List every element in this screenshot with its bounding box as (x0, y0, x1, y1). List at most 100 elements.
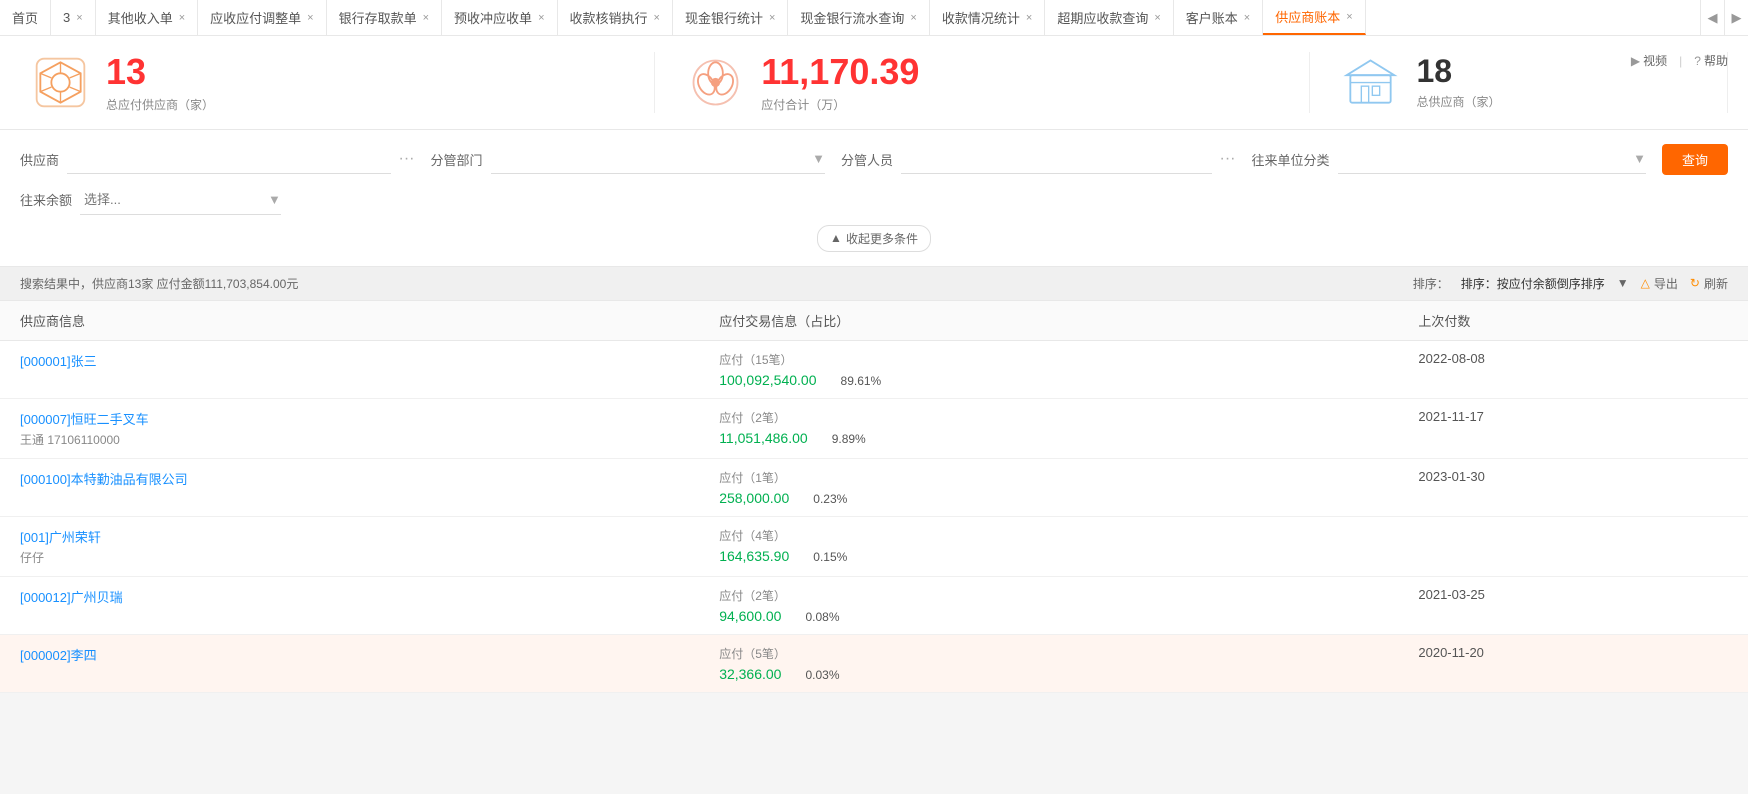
supplier-cell: [000001]张三 (0, 340, 699, 398)
transaction-cell: 应付（15笔）100,092,540.0089.61% (699, 340, 1398, 398)
amount-percent: 0.23% (813, 492, 847, 506)
nav-item-prepay[interactable]: 预收冲应收单 × (442, 0, 557, 35)
sort-value[interactable]: 排序：按应付余额倒序排序 (1461, 275, 1605, 292)
person-label: 分管人员 (841, 150, 893, 169)
close-icon[interactable]: × (538, 12, 544, 24)
dept-arrow-icon[interactable]: ▼ (812, 151, 825, 166)
collapse-button[interactable]: ▲ 收起更多条件 (817, 225, 931, 252)
table-row: [000007]恒旺二手叉车王通 17106110000 应付（2笔） 11,051… (0, 398, 1748, 458)
amount-percent: 0.15% (813, 550, 847, 564)
table-row: [000001]张三应付（15笔）100,092,540.0089.61%202… (0, 340, 1748, 398)
payable-note: 应付（1笔） (719, 469, 1378, 486)
close-icon[interactable]: × (179, 12, 185, 24)
filter-category: 往来单位分类 ▼ (1252, 144, 1647, 174)
amount-value[interactable]: 164,635.90 (719, 548, 789, 564)
supplier-sub-info: 王通 17106110000 (20, 431, 679, 448)
amount-percent: 0.08% (805, 610, 839, 624)
amount-percent: 0.03% (805, 668, 839, 682)
dept-select-wrap: ▼ (491, 144, 825, 174)
nav-item-3[interactable]: 3 × (51, 0, 96, 35)
transaction-cell: 应付（1笔） 258,000.00 0.23% (699, 458, 1398, 516)
table-row: [000100]本特勤油品有限公司应付（1笔）258,000.000.23%20… (0, 458, 1748, 516)
nav-item-bank-deposit[interactable]: 银行存取款单 × (327, 0, 442, 35)
nav-item-supplier-ledger[interactable]: 供应商账本 × (1263, 0, 1365, 35)
close-icon[interactable]: × (910, 12, 916, 24)
table-row: [001]广州荣轩仔仔 应付（4笔） 164,635.90 0.15% (0, 516, 1748, 576)
balance-input[interactable] (80, 192, 264, 207)
refresh-button[interactable]: ↻ 刷新 (1690, 275, 1728, 292)
stat-info-1: 13 总应付供应商（家） (106, 52, 214, 113)
close-icon[interactable]: × (1026, 12, 1032, 24)
amount-value[interactable]: 94,600.00 (719, 608, 781, 624)
sort-arrow-icon[interactable]: ▼ (1617, 276, 1629, 290)
close-icon[interactable]: × (423, 12, 429, 24)
amount-value[interactable]: 100,092,540.00 (719, 372, 816, 388)
balance-select-wrap: ▼ (80, 185, 281, 215)
filter-area: 供应商 ··· 分管部门 ▼ 分管人员 ··· 往来单位分类 ▼ 查询 往来 (0, 130, 1748, 267)
nav-item-home[interactable]: 首页 (0, 0, 51, 35)
balance-label: 往来余额 (20, 190, 72, 209)
stat-number-3: 18 (1416, 54, 1500, 89)
transaction-cell: 应付（4笔） 164,635.90 0.15% (699, 516, 1398, 576)
stat-label-3: 总供应商（家） (1416, 93, 1500, 110)
nav-item-customer-ledger[interactable]: 客户账本 × (1174, 0, 1263, 35)
supplier-icon-1 (30, 52, 90, 112)
payable-note: 应付（5笔） (719, 645, 1378, 662)
supplier-input[interactable] (67, 144, 391, 174)
export-button[interactable]: △ 导出 (1641, 275, 1678, 292)
person-input[interactable] (901, 144, 1212, 174)
supplier-cell: [000100]本特勤油品有限公司 (0, 458, 699, 516)
col-transaction: 应付交易信息（占比） (699, 301, 1398, 341)
video-link[interactable]: ▶ 视频 (1631, 52, 1667, 69)
payable-note: 应付（2笔） (719, 587, 1378, 604)
amount-value[interactable]: 258,000.00 (719, 490, 789, 506)
amount-value[interactable]: 32,366.00 (719, 666, 781, 682)
supplier-link[interactable]: [000001]张三 (20, 354, 97, 369)
supplier-link[interactable]: [001]广州荣轩 (20, 530, 101, 545)
supplier-link[interactable]: [000100]本特勤油品有限公司 (20, 472, 188, 487)
close-icon[interactable]: × (654, 12, 660, 24)
category-arrow-icon[interactable]: ▼ (1633, 151, 1646, 166)
amount-value[interactable]: 11,051,486.00 (719, 430, 808, 446)
query-button[interactable]: 查询 (1662, 144, 1728, 175)
supplier-sub-info: 仔仔 (20, 549, 679, 566)
dept-input[interactable] (491, 151, 809, 166)
nav-item-cash-stat[interactable]: 现金银行统计 × (673, 0, 788, 35)
payable-note: 应付（15笔） (719, 351, 1378, 368)
last-pay-date (1398, 516, 1748, 576)
amount-percent: 9.89% (832, 432, 866, 446)
nav-prev-arrow[interactable]: ◀ (1700, 0, 1724, 36)
filter-row-1: 供应商 ··· 分管部门 ▼ 分管人员 ··· 往来单位分类 ▼ 查询 (20, 144, 1728, 175)
nav-item-recv-stat[interactable]: 收款情况统计 × (930, 0, 1045, 35)
main-table: 供应商信息 应付交易信息（占比） 上次付数 [000001]张三应付（15笔）1… (0, 301, 1748, 693)
supplier-link[interactable]: [000012]广州贝瑞 (20, 590, 123, 605)
payable-note: 应付（2笔） (719, 409, 1378, 426)
category-input[interactable] (1338, 151, 1630, 166)
col-last-pay: 上次付数 (1398, 301, 1748, 341)
close-icon[interactable]: × (1346, 11, 1352, 23)
stat-info-3: 18 总供应商（家） (1416, 54, 1500, 110)
nav-next-arrow[interactable]: ▶ (1724, 0, 1748, 36)
store-icon (1340, 52, 1400, 112)
transaction-cell: 应付（5笔） 32,366.00 0.03% (699, 634, 1398, 692)
close-icon[interactable]: × (1244, 12, 1250, 24)
close-icon[interactable]: × (76, 12, 82, 24)
supplier-label: 供应商 (20, 150, 59, 169)
supplier-link[interactable]: [000002]李四 (20, 648, 97, 663)
person-dots[interactable]: ··· (1220, 150, 1236, 168)
nav-item-overdue[interactable]: 超期应收款查询 × (1045, 0, 1173, 35)
supplier-link[interactable]: [000007]恒旺二手叉车 (20, 412, 149, 427)
close-icon[interactable]: × (1154, 12, 1160, 24)
nav-item-cash-flow[interactable]: 现金银行流水查询 × (788, 0, 929, 35)
close-icon[interactable]: × (307, 12, 313, 24)
close-icon[interactable]: × (769, 12, 775, 24)
supplier-dots[interactable]: ··· (399, 150, 415, 168)
help-link[interactable]: ? 帮助 (1694, 52, 1728, 69)
nav-item-collection[interactable]: 收款核销执行 × (558, 0, 673, 35)
nav-item-ap-adjustment[interactable]: 应收应付调整单 × (198, 0, 326, 35)
table-wrap: 供应商信息 应付交易信息（占比） 上次付数 [000001]张三应付（15笔）1… (0, 301, 1748, 693)
payable-note: 应付（4笔） (719, 527, 1378, 544)
nav-item-other-income[interactable]: 其他收入单 × (96, 0, 198, 35)
balance-arrow-icon[interactable]: ▼ (268, 192, 281, 207)
transaction-cell: 应付（2笔） 94,600.00 0.08% (699, 576, 1398, 634)
